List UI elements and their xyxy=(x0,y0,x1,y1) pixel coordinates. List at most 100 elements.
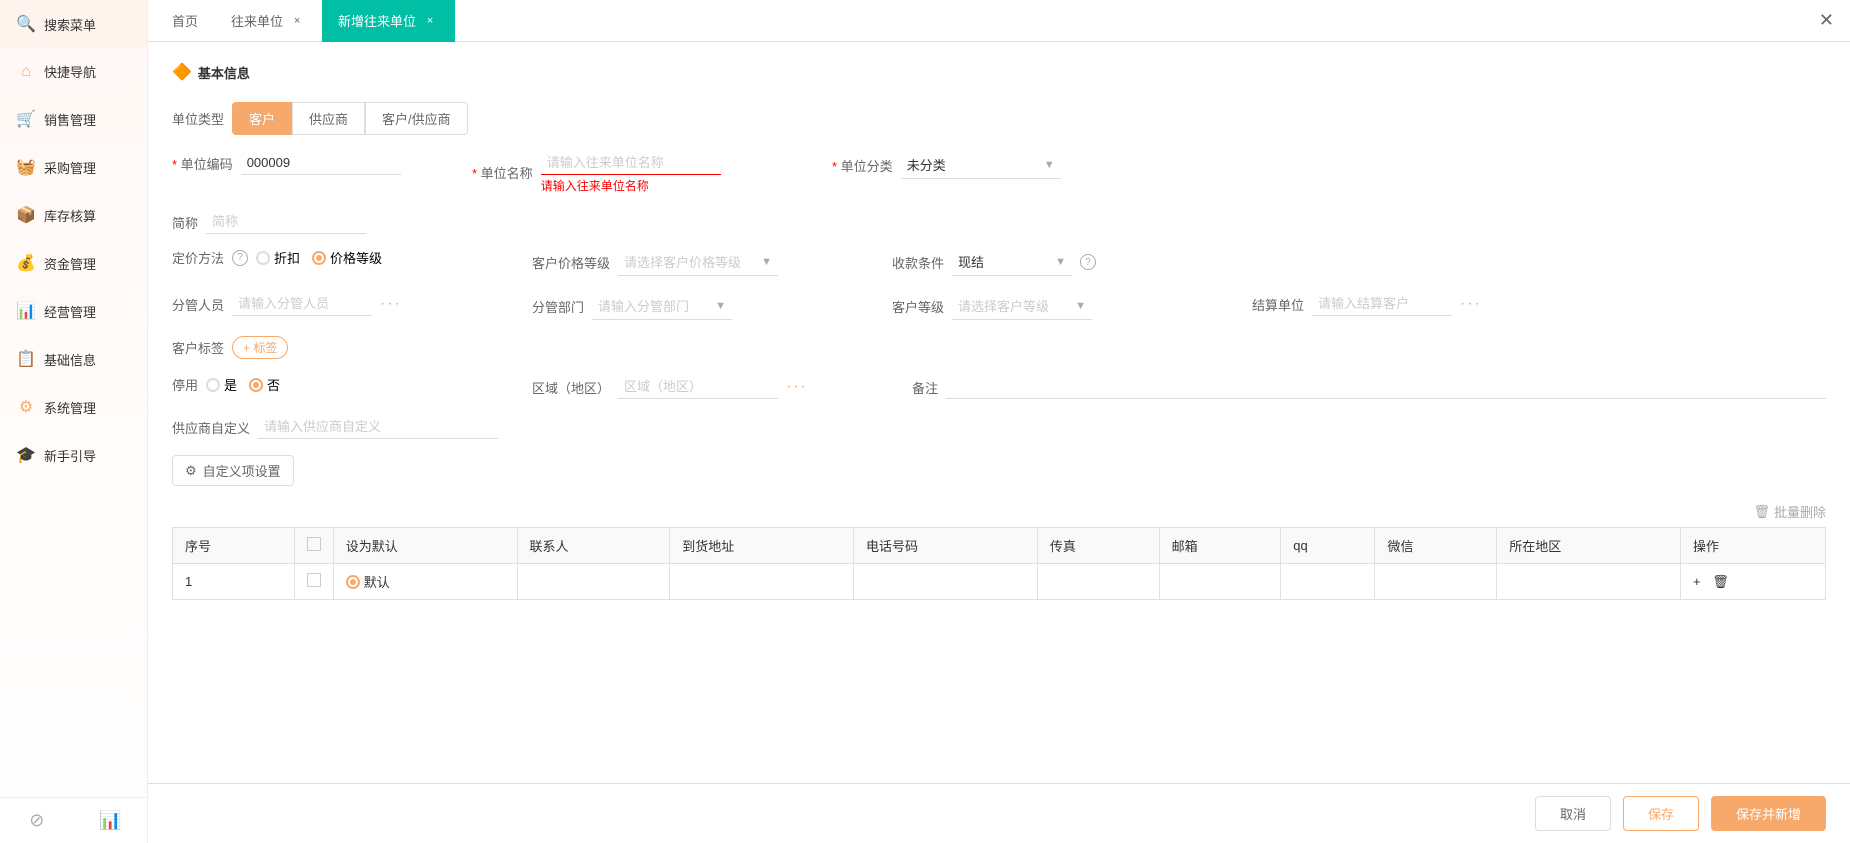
sidebar-item-search[interactable]: 🔍 搜索菜单 xyxy=(0,0,147,48)
save-add-button[interactable]: 保存并新增 xyxy=(1711,796,1826,831)
payment-help-icon[interactable]: ? xyxy=(1080,254,1096,270)
manager-input[interactable] xyxy=(232,292,372,316)
payment-terms-value: 现结 xyxy=(958,252,984,271)
unit-name-input[interactable] xyxy=(541,151,721,175)
unit-name-error: 请输入往来单位名称 xyxy=(541,177,721,194)
cancel-button[interactable]: 取消 xyxy=(1535,796,1611,831)
customer-level-label: 客户等级 xyxy=(892,297,944,316)
radio-grade[interactable]: 价格等级 xyxy=(312,248,382,267)
manager-more-icon[interactable]: ··· xyxy=(380,295,402,313)
pricing-method-label: 定价方法 xyxy=(172,248,224,267)
sidebar-item-system[interactable]: ⚙ 系统管理 xyxy=(0,383,147,431)
unit-type-col: 单位类型 客户 供应商 客户/供应商 xyxy=(172,102,1826,135)
batch-delete-area[interactable]: 🗑 批量删除 xyxy=(172,502,1826,521)
operations-icon: 📊 xyxy=(16,301,36,321)
unit-code-input[interactable] xyxy=(241,151,401,175)
close-new-contact-tab[interactable]: × xyxy=(422,13,438,29)
set-default-radio[interactable]: 默认 xyxy=(346,572,505,591)
region-more-icon[interactable]: ··· xyxy=(786,378,808,396)
unit-category-select[interactable]: 未分类 ▼ xyxy=(901,151,1061,179)
pricing-help-icon[interactable]: ? xyxy=(232,250,248,266)
customer-price-select[interactable]: 请选择客户价格等级 ▼ xyxy=(618,248,778,276)
window-close-button[interactable]: ✕ xyxy=(1811,10,1842,31)
unit-type-both[interactable]: 客户/供应商 xyxy=(365,102,468,135)
department-select[interactable]: 请输入分管部门 ▼ xyxy=(592,292,732,320)
tab-home[interactable]: 首页 xyxy=(156,0,215,42)
form-container: 🔶 基本信息 单位类型 客户 供应商 客户/供应商 单位编码 xyxy=(148,42,1850,620)
radio-no-circle xyxy=(249,378,263,392)
supplier-custom-input[interactable] xyxy=(258,415,498,439)
tab-new-contact[interactable]: 新增往来单位 × xyxy=(322,0,455,42)
pricing-row: 定价方法 ? 折扣 价格等级 客户价格等级 xyxy=(172,248,1826,276)
supplier-custom-col: 供应商自定义 xyxy=(172,415,1826,439)
sidebar-item-purchase[interactable]: 🧺 采购管理 xyxy=(0,143,147,191)
region-input[interactable] xyxy=(618,375,778,399)
sidebar-item-basicinfo[interactable]: 📋 基础信息 xyxy=(0,335,147,383)
sidebar-bottom-left[interactable]: ⊘ xyxy=(0,798,74,843)
th-wechat: 微信 xyxy=(1375,528,1497,564)
department-placeholder: 请输入分管部门 xyxy=(598,296,689,315)
finance-icon: 💰 xyxy=(16,253,36,273)
sidebar-item-newguide[interactable]: 🎓 新手引导 xyxy=(0,431,147,479)
tags-label: 客户标签 xyxy=(172,338,224,357)
abbr-input[interactable] xyxy=(206,210,366,234)
payment-terms-select[interactable]: 现结 ▼ xyxy=(952,248,1072,276)
customer-level-col: 客户等级 请选择客户等级 ▼ xyxy=(892,292,1252,320)
pricing-method-col: 定价方法 ? 折扣 价格等级 xyxy=(172,248,532,267)
unit-type-row: 单位类型 客户 供应商 客户/供应商 xyxy=(172,102,1826,135)
disabled-radio-group: 是 否 xyxy=(206,375,280,394)
sidebar-bottom-right[interactable]: 📊 xyxy=(74,798,148,843)
th-action: 操作 xyxy=(1680,528,1825,564)
basicinfo-icon: 📋 xyxy=(16,349,36,369)
unit-type-supplier[interactable]: 供应商 xyxy=(292,102,365,135)
radio-yes[interactable]: 是 xyxy=(206,375,237,394)
unit-name-wrap: 请输入往来单位名称 xyxy=(541,151,721,194)
region-col: 区域（地区） ··· xyxy=(532,375,912,399)
delete-row-button[interactable]: 🗑 xyxy=(1712,574,1729,589)
add-tag-button[interactable]: + 标签 xyxy=(232,336,288,359)
sidebar-item-quicknav[interactable]: ⌂ 快捷导航 xyxy=(0,48,147,95)
th-qq: qq xyxy=(1281,528,1375,564)
disabled-col: 停用 是 否 xyxy=(172,375,532,394)
unit-main-row: 单位编码 单位名称 请输入往来单位名称 单位分类 未分类 ▼ xyxy=(172,151,1826,194)
unit-category-value: 未分类 xyxy=(907,155,946,174)
settlement-more-icon[interactable]: ··· xyxy=(1460,295,1482,313)
save-button[interactable]: 保存 xyxy=(1623,796,1699,831)
settlement-col: 结算单位 ··· xyxy=(1252,292,1826,316)
abbr-col: 简称 xyxy=(172,210,472,234)
cell-contact xyxy=(517,564,670,600)
settings-icon: ⚙ xyxy=(185,463,197,479)
department-col: 分管部门 请输入分管部门 ▼ xyxy=(532,292,892,320)
sidebar-item-finance[interactable]: 💰 资金管理 xyxy=(0,239,147,287)
select-all-checkbox[interactable] xyxy=(307,537,321,551)
radio-discount-circle xyxy=(256,251,270,265)
unit-type-customer[interactable]: 客户 xyxy=(232,102,292,135)
unit-category-label: 单位分类 xyxy=(832,156,893,175)
radio-yes-label: 是 xyxy=(224,375,237,394)
custom-settings-button[interactable]: ⚙ 自定义项设置 xyxy=(172,455,294,486)
close-contacts-tab[interactable]: × xyxy=(289,13,305,29)
tab-contacts[interactable]: 往来单位 × xyxy=(215,0,322,42)
default-radio-circle xyxy=(346,575,360,589)
remark-input[interactable] xyxy=(946,375,1826,399)
customer-level-select[interactable]: 请选择客户等级 ▼ xyxy=(952,292,1092,320)
batch-delete-icon: 🗑 xyxy=(1753,504,1770,520)
radio-no[interactable]: 否 xyxy=(249,375,280,394)
manager-col: 分管人员 ··· xyxy=(172,292,532,316)
row-checkbox[interactable] xyxy=(307,573,321,587)
chevron-down-icon-4: ▼ xyxy=(715,300,726,312)
radio-no-label: 否 xyxy=(267,375,280,394)
cell-phone xyxy=(854,564,1038,600)
add-row-button[interactable]: + xyxy=(1693,574,1701,589)
sidebar-item-sales[interactable]: 🛒 销售管理 xyxy=(0,95,147,143)
disabled-row: 停用 是 否 区域（地区） ··· xyxy=(172,375,1826,399)
supplier-custom-row: 供应商自定义 xyxy=(172,415,1826,439)
radio-discount[interactable]: 折扣 xyxy=(256,248,300,267)
payment-terms-col: 收款条件 现结 ▼ ? xyxy=(892,248,1826,276)
sidebar-item-inventory[interactable]: 📦 库存核算 xyxy=(0,191,147,239)
settlement-input[interactable] xyxy=(1312,292,1452,316)
cell-checkbox xyxy=(294,564,333,600)
unit-category-col: 单位分类 未分类 ▼ xyxy=(832,151,1826,179)
sidebar-item-operations[interactable]: 📊 经营管理 xyxy=(0,287,147,335)
home-icon: ⌂ xyxy=(16,63,36,81)
